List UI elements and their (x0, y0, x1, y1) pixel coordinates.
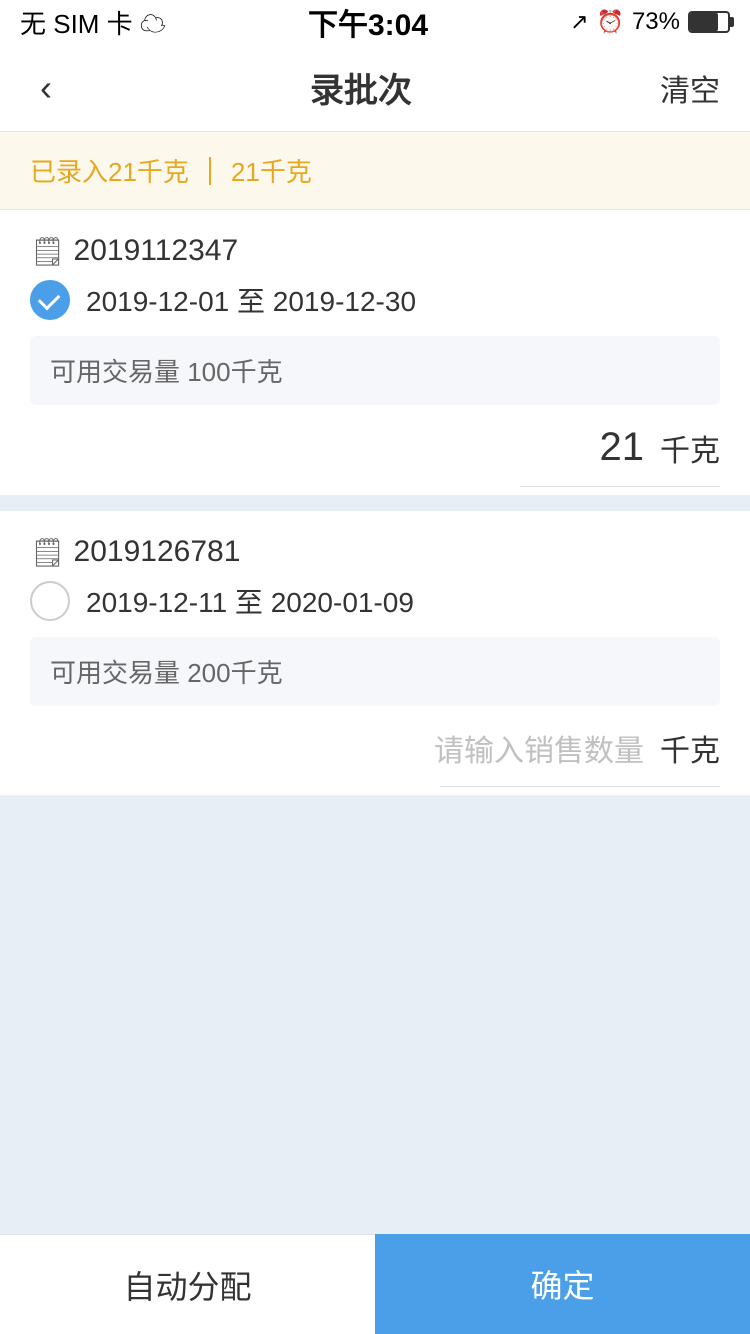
batch-2-unit: 千克 (660, 726, 720, 770)
recorded-value: 21千克 (231, 152, 312, 189)
status-left: 无 SIM 卡 ☁ (20, 4, 166, 41)
batch-1-date-row: 2019-12-01 至 2019-12-30 (30, 280, 720, 320)
batch-2-date: 2019-12-11 至 2020-01-09 (86, 581, 414, 621)
batch-1-id: 2019112347 (74, 234, 239, 268)
batch-1-available: 可用交易量 100千克 (30, 336, 720, 405)
status-time: 下午3:04 (308, 0, 428, 44)
auto-distribute-button[interactable]: 自动分配 (0, 1234, 375, 1334)
batch-1-icon: 🗒 (30, 235, 66, 268)
batch-1-header: 🗒 2019112347 (30, 234, 720, 268)
batch-1-underline-area (0, 486, 750, 495)
batch-1-quantity-unit: 千克 (660, 426, 720, 470)
batch-2-underline (440, 786, 720, 787)
battery-icon (688, 11, 730, 33)
batch-1-radio[interactable] (30, 280, 70, 320)
nav-bar: ‹ 录批次 清空 (0, 44, 750, 132)
batch-item-1: 🗒 2019112347 2019-12-01 至 2019-12-30 可用交… (0, 210, 750, 405)
battery-percent: 73% (632, 8, 680, 36)
alarm-icon: ⏰ (597, 9, 624, 35)
location-icon: ↗ (570, 9, 588, 35)
batch-2-underline-area (0, 786, 750, 795)
status-bar: 无 SIM 卡 ☁ 下午3:04 ↗ ⏰ 73% (0, 0, 750, 44)
back-button[interactable]: ‹ (30, 57, 62, 119)
bottom-bar: 自动分配 确定 (0, 1234, 750, 1334)
batch-2-available: 可用交易量 200千克 (30, 637, 720, 706)
batch-2-header: 🗒 2019126781 (30, 535, 720, 569)
empty-area (0, 795, 750, 1235)
batch-1-date: 2019-12-01 至 2019-12-30 (86, 280, 416, 320)
batch-1-quantity-row: 21 千克 (0, 405, 750, 486)
clear-button[interactable]: 清空 (660, 66, 720, 110)
batch-1-underline (520, 486, 720, 487)
batch-2-placeholder: 请输入销售数量 (434, 726, 644, 770)
confirm-button[interactable]: 确定 (375, 1234, 750, 1334)
batch-2-id: 2019126781 (74, 535, 241, 569)
batch-2-date-row: 2019-12-11 至 2020-01-09 (30, 581, 720, 621)
page-title: 录批次 (310, 63, 412, 112)
batch-1-quantity-value: 21 (600, 425, 645, 470)
batch-item-2: 🗒 2019126781 2019-12-11 至 2020-01-09 可用交… (0, 511, 750, 706)
recorded-label: 已录入21千克 (30, 152, 189, 189)
sim-text: 无 SIM 卡 ☁ (20, 4, 166, 41)
info-bar: 已录入21千克 21千克 (0, 132, 750, 210)
info-divider (209, 157, 211, 185)
batch-divider (0, 495, 750, 511)
batch-2-radio[interactable] (30, 581, 70, 621)
batch-2-icon: 🗒 (30, 536, 66, 569)
batch-2-input-row[interactable]: 请输入销售数量 千克 (0, 706, 750, 786)
status-right: ↗ ⏰ 73% (570, 8, 730, 36)
